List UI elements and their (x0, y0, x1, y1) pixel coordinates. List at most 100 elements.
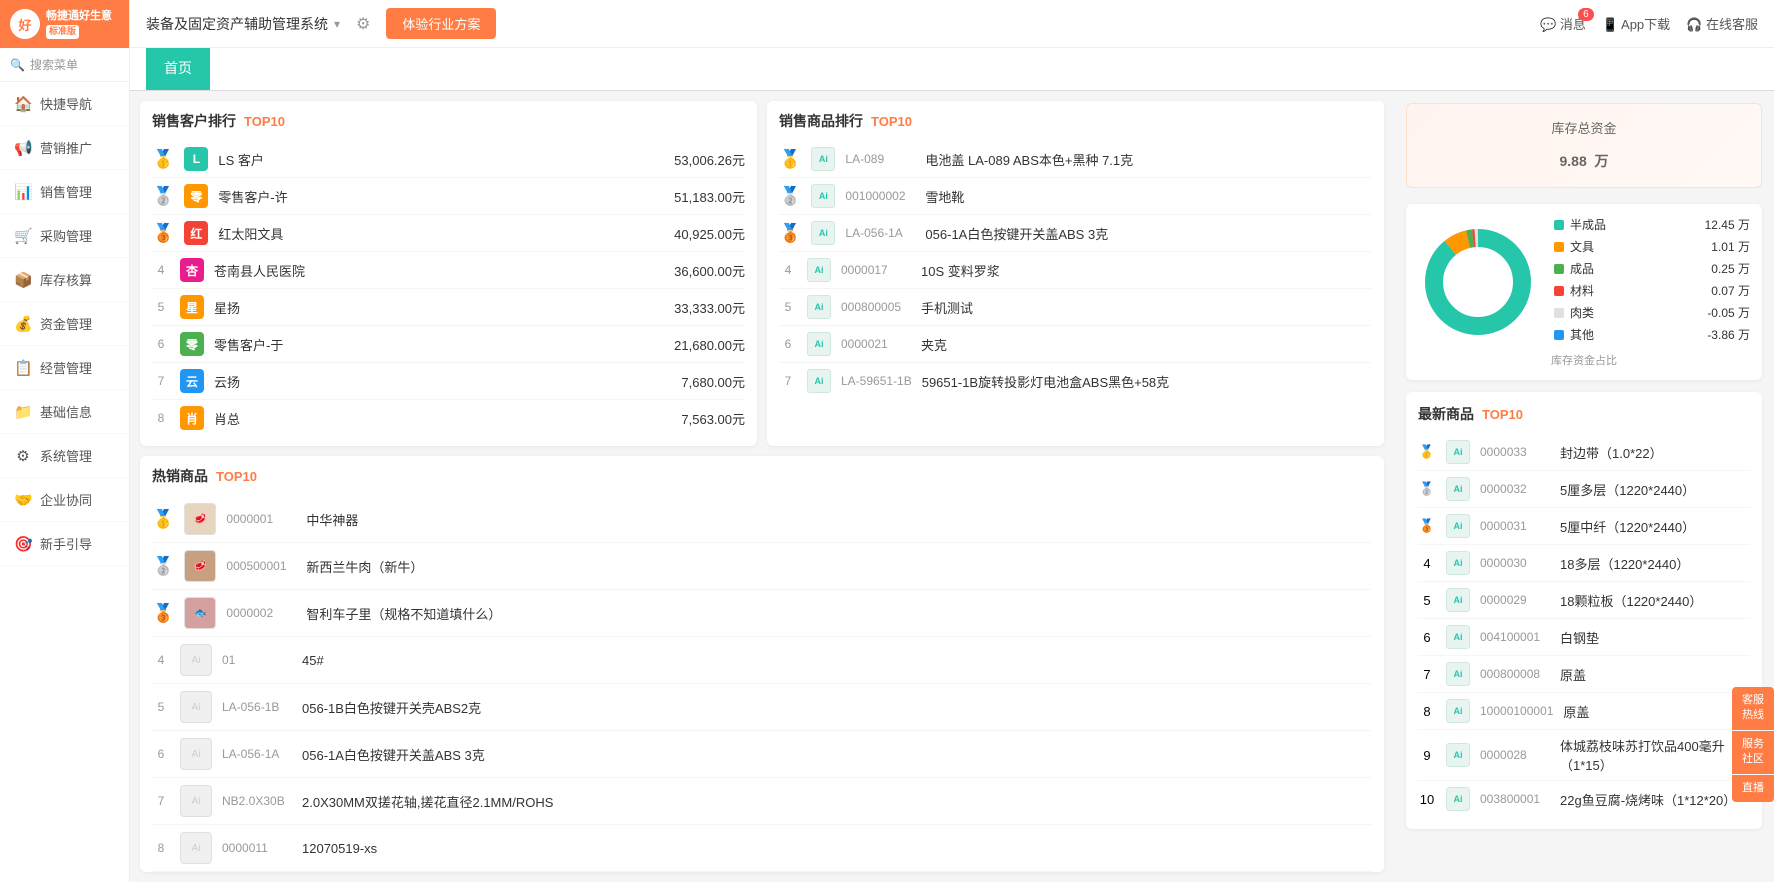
sidebar-item-2[interactable]: 📊 销售管理 (0, 170, 129, 214)
sp-name-1: 雪地靴 (925, 187, 1372, 206)
customer-avatar-6: 云 (180, 369, 204, 393)
sp-item-3: 4 Ai 0000017 10S 变料罗浆 (779, 252, 1372, 289)
sidebar-menu: 🏠 快捷导航 📢 营销推广 📊 销售管理 🛒 采购管理 📦 库存核算 💰 资金管… (0, 82, 129, 882)
donut-chart (1418, 222, 1538, 342)
hp-code-1: 000500001 (226, 559, 296, 573)
hot-item-0: 🥇 🥩 0000001 中华神器 (152, 496, 1372, 543)
sales-product-subtitle: TOP10 (871, 114, 912, 129)
menu-icon-4: 📦 (14, 271, 32, 289)
sidebar-item-4[interactable]: 📦 库存核算 (0, 258, 129, 302)
sp-rank-5: 6 (779, 337, 797, 351)
sp-medal-0: 🥇 (779, 149, 801, 170)
sidebar-item-8[interactable]: ⚙ 系统管理 (0, 434, 129, 478)
np-img-2: Ai (1446, 514, 1470, 538)
sp-name-2: 056-1A白色按键开关盖ABS 3克 (925, 224, 1372, 243)
float-btn-1[interactable]: 服务社区 (1732, 731, 1774, 774)
sidebar-item-10[interactable]: 🎯 新手引导 (0, 522, 129, 566)
np-name-4: 18颗粒板（1220*2440） (1560, 591, 1750, 610)
np-name-9: 22g鱼豆腐-烧烤味（1*12*20） (1560, 790, 1750, 809)
new-products-panel: 最新商品 TOP10 🥇 Ai 0000033 封边带（1.0*22） 🥈 Ai… (1406, 392, 1762, 829)
trial-button[interactable]: 体验行业方案 (386, 8, 496, 39)
tab-home[interactable]: 首页 (146, 48, 210, 90)
np-medal-2: 🥉 (1418, 518, 1436, 534)
new-products-header: 最新商品 TOP10 (1418, 404, 1750, 424)
customer-rank-item-4: 5 星 星扬 33,333.00元 (152, 289, 745, 326)
menu-label-3: 采购管理 (40, 226, 92, 245)
hp-code-6: NB2.0X30B (222, 794, 292, 808)
customer-rank-item-2: 🥉 红 红太阳文具 40,925.00元 (152, 215, 745, 252)
rank-num-4: 5 (152, 300, 170, 314)
customer-amount-0: 53,006.26元 (674, 150, 745, 169)
legend-item-0: 半成品 12.45 万 (1554, 216, 1750, 233)
hp-code-4: LA-056-1B (222, 700, 292, 714)
legend-dot-5 (1554, 330, 1564, 340)
menu-icon-3: 🛒 (14, 227, 32, 245)
phone-icon: 📱 (1602, 17, 1618, 32)
sp-item-2: 🥉 Ai LA-056-1A 056-1A白色按键开关盖ABS 3克 (779, 215, 1372, 252)
sp-name-5: 夹克 (921, 335, 1372, 354)
customer-amount-6: 7,680.00元 (681, 372, 745, 391)
legend-dot-1 (1554, 242, 1564, 252)
service-button[interactable]: 🎧 在线客服 (1686, 14, 1758, 33)
customer-rank-item-0: 🥇 L LS 客户 53,006.26元 (152, 141, 745, 178)
float-btn-0[interactable]: 客服热线 (1732, 687, 1774, 730)
customer-name-6: 云扬 (214, 372, 671, 391)
hp-thumb-1: 🥩 (184, 550, 216, 582)
legend-item-2: 成品 0.25 万 (1554, 260, 1750, 277)
main-area: 装备及固定资产辅助管理系统 ▾ ⚙ 体验行业方案 💬 消息 6 📱 App下载 … (130, 0, 1774, 882)
customer-ranking-subtitle: TOP10 (244, 114, 285, 129)
sidebar-item-9[interactable]: 🤝 企业协同 (0, 478, 129, 522)
menu-label-5: 资金管理 (40, 314, 92, 333)
sp-code-5: 0000021 (841, 337, 911, 351)
menu-label-0: 快捷导航 (40, 94, 92, 113)
menu-icon-8: ⚙ (14, 447, 32, 465)
sp-item-6: 7 Ai LA-59651-1B 59651-1B旋转投影灯电池盒ABS黑色+5… (779, 363, 1372, 399)
settings-icon[interactable]: ⚙ (352, 10, 374, 38)
hp-rank-6: 7 (152, 794, 170, 808)
customer-ranking-panel: 销售客户排行 TOP10 🥇 L LS 客户 53,006.26元 🥈 零 (140, 101, 757, 446)
rank-num-3: 4 (152, 263, 170, 277)
np-rank-8: 9 (1418, 748, 1436, 763)
sidebar-search[interactable]: 🔍 搜索菜单 (0, 48, 129, 82)
message-badge: 6 (1578, 8, 1594, 21)
medal-icon-0: 🥇 (152, 149, 174, 170)
np-img-3: Ai (1446, 551, 1470, 575)
logo-title: 畅捷通好生意 (46, 9, 112, 23)
hp-medal-0: 🥇 (152, 509, 174, 530)
customer-name-3: 苍南县人民医院 (214, 261, 664, 280)
float-btn-2[interactable]: 直播 (1732, 775, 1774, 802)
sp-name-0: 电池盖 LA-089 ABS本色+黑种 7.1克 (925, 150, 1372, 169)
sp-code-3: 0000017 (841, 263, 911, 277)
hp-rank-7: 8 (152, 841, 170, 855)
sp-img-4: Ai (807, 295, 831, 319)
system-title: 装备及固定资产辅助管理系统 (146, 14, 328, 34)
hp-code-0: 0000001 (226, 512, 296, 526)
inventory-label: 库存总资金 (1421, 118, 1747, 137)
sp-item-0: 🥇 Ai LA-089 电池盖 LA-089 ABS本色+黑种 7.1克 (779, 141, 1372, 178)
np-rank-3: 4 (1418, 556, 1436, 571)
np-name-6: 原盖 (1560, 665, 1750, 684)
sp-name-4: 手机测试 (921, 298, 1372, 317)
customer-avatar-2: 红 (184, 221, 208, 245)
sidebar-item-5[interactable]: 💰 资金管理 (0, 302, 129, 346)
sidebar-item-1[interactable]: 📢 营销推广 (0, 126, 129, 170)
sp-medal-1: 🥈 (779, 186, 801, 207)
sp-rank-3: 4 (779, 263, 797, 277)
sidebar-item-7[interactable]: 📁 基础信息 (0, 390, 129, 434)
menu-icon-6: 📋 (14, 359, 32, 377)
customer-name-1: 零售客户-许 (218, 187, 664, 206)
sales-product-header: 销售商品排行 TOP10 (779, 111, 1372, 131)
customer-amount-5: 21,680.00元 (674, 335, 745, 354)
message-button[interactable]: 💬 消息 6 (1540, 14, 1586, 33)
np-name-2: 5厘中纤（1220*2440） (1560, 517, 1750, 536)
hot-item-7: 8 Ai 0000011 12070519-xs (152, 825, 1372, 872)
customer-amount-1: 51,183.00元 (674, 187, 745, 206)
app-download-button[interactable]: 📱 App下载 (1602, 14, 1670, 33)
sidebar-item-3[interactable]: 🛒 采购管理 (0, 214, 129, 258)
rank-num-6: 7 (152, 374, 170, 388)
sidebar-item-0[interactable]: 🏠 快捷导航 (0, 82, 129, 126)
np-rank-5: 6 (1418, 630, 1436, 645)
np-item-0: 🥇 Ai 0000033 封边带（1.0*22） (1418, 434, 1750, 471)
np-img-8: Ai (1446, 743, 1470, 767)
sidebar-item-6[interactable]: 📋 经营管理 (0, 346, 129, 390)
